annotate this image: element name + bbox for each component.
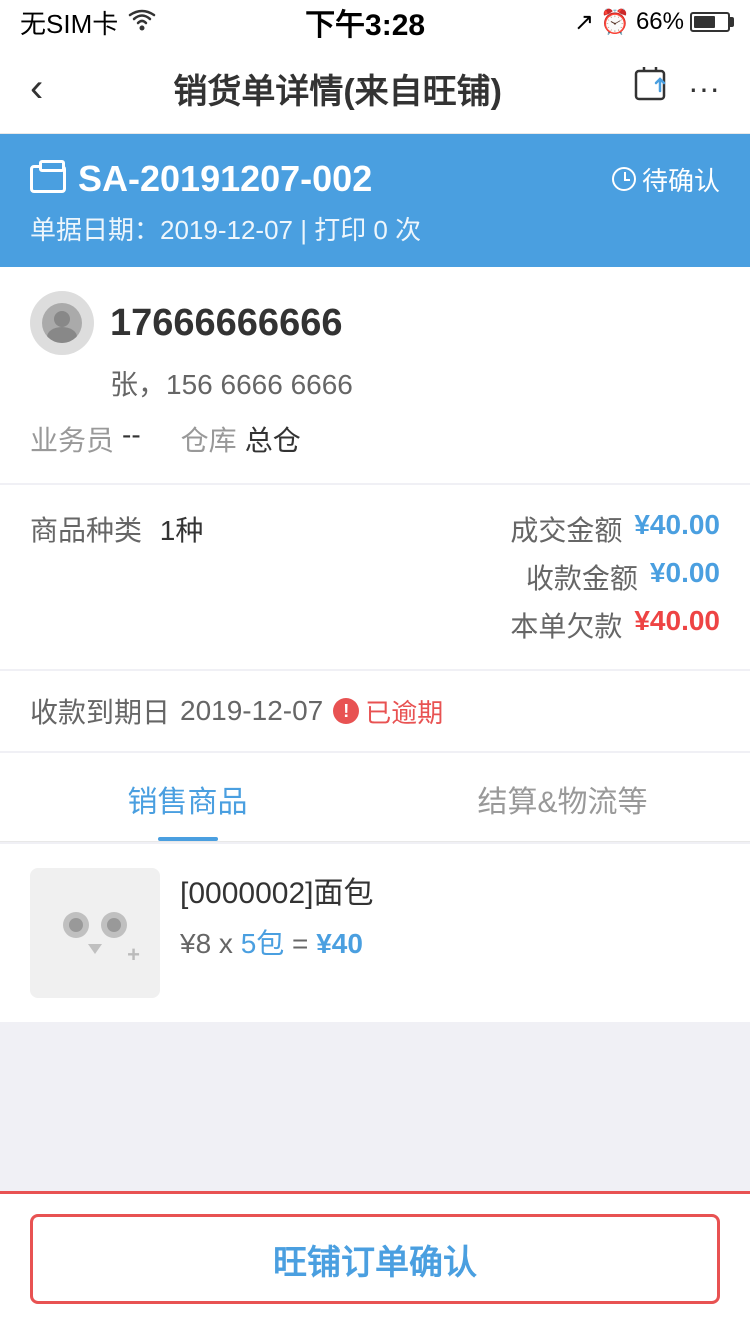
tab-settlement[interactable]: 结算&物流等 <box>375 753 750 841</box>
owl-eye-right <box>101 912 127 938</box>
due-date-value: 2019-12-07 <box>180 695 323 727</box>
sales-rep-value: -- <box>122 419 141 459</box>
product-types-item: 商品种类 1种 <box>30 509 203 549</box>
customer-name: 张，156 6666 6666 <box>30 363 720 403</box>
received-amount-label: 收款金额 <box>526 557 638 597</box>
received-amount-row: 收款金额 ¥0.00 <box>526 557 720 597</box>
product-types-label: 商品种类 <box>30 515 142 546</box>
due-date-label: 收款到期日 <box>30 691 170 731</box>
product-item: + [0000002]面包 ¥8 x 5包 = ¥40 <box>30 868 720 998</box>
avatar-icon <box>42 303 82 343</box>
deal-amount-value: ¥40.00 <box>634 509 720 549</box>
sales-rep-item: 业务员 -- <box>30 419 141 459</box>
order-header-card: SA-20191207-002 待确认 单据日期：2019-12-07 | 打印… <box>0 134 750 267</box>
status-bar: 无SIM卡 下午3:28 ↗ ⏰ 66% <box>0 0 750 44</box>
clock-icon <box>612 167 636 191</box>
product-thumbnail: + <box>30 868 160 998</box>
received-amount-value: ¥0.00 <box>650 557 720 597</box>
product-info: [0000002]面包 ¥8 x 5包 = ¥40 <box>180 868 720 962</box>
carrier-text: 无SIM卡 <box>20 4 118 41</box>
tabs-header: 销售商品 结算&物流等 <box>0 753 750 842</box>
warning-icon: ! <box>333 698 359 724</box>
nav-actions: ··· <box>632 67 720 111</box>
customer-phone: 17666666666 <box>110 302 342 345</box>
deal-amount-label: 成交金额 <box>510 509 622 549</box>
product-types-value: 1种 <box>160 515 204 546</box>
summary-right: 成交金额 ¥40.00 收款金额 ¥0.00 本单欠款 ¥40.00 <box>510 509 720 645</box>
owl-plus: + <box>127 942 140 968</box>
owl-beak <box>88 944 102 954</box>
warehouse-item: 仓库 总仓 <box>181 419 301 459</box>
product-logo: + <box>50 898 140 968</box>
order-number: SA-20191207-002 <box>30 158 372 200</box>
bottom-bar: 旺铺订单确认 <box>0 1191 750 1334</box>
summary-left: 商品种类 1种 <box>30 509 203 549</box>
page-title: 销货单详情(来自旺铺) <box>173 64 502 113</box>
location-icon: ↗ <box>574 8 594 37</box>
battery-icon <box>690 12 730 32</box>
customer-meta: 业务员 -- 仓库 总仓 <box>30 419 720 459</box>
avatar <box>30 291 94 355</box>
owed-amount-value: ¥40.00 <box>634 605 720 645</box>
owl-eyes <box>63 912 127 938</box>
export-icon[interactable] <box>632 67 668 111</box>
tabs-section: 销售商品 结算&物流等 <box>0 753 750 842</box>
owl-eye-left <box>63 912 89 938</box>
confirm-order-button[interactable]: 旺铺订单确认 <box>30 1214 720 1304</box>
more-icon[interactable]: ··· <box>688 70 720 107</box>
overdue-text: 已逾期 <box>365 693 443 730</box>
order-date: 单据日期：2019-12-07 | 打印 0 次 <box>30 210 720 247</box>
wifi-icon <box>128 7 156 38</box>
product-section: + [0000002]面包 ¥8 x 5包 = ¥40 <box>0 844 750 1022</box>
battery-text: 66% <box>636 8 684 36</box>
deal-amount-row: 成交金额 ¥40.00 <box>510 509 720 549</box>
warehouse-value: 总仓 <box>245 419 301 459</box>
order-icon <box>30 165 66 193</box>
sales-rep-label: 业务员 <box>30 419 114 459</box>
product-total: ¥40 <box>316 928 363 959</box>
status-right: ↗ ⏰ 66% <box>574 8 730 37</box>
back-button[interactable]: ‹ <box>30 66 43 111</box>
product-qty: 5包 <box>241 928 285 959</box>
equals-sign: = <box>284 928 316 959</box>
product-name: [0000002]面包 <box>180 868 720 912</box>
product-price: ¥8 x 5包 = ¥40 <box>180 922 720 962</box>
warehouse-label: 仓库 <box>181 419 237 459</box>
status-text: 待确认 <box>642 161 720 198</box>
nav-bar: ‹ 销货单详情(来自旺铺) ··· <box>0 44 750 134</box>
alarm-icon: ⏰ <box>600 8 630 37</box>
tab-sales-products[interactable]: 销售商品 <box>0 753 375 841</box>
summary-section: 商品种类 1种 成交金额 ¥40.00 收款金额 ¥0.00 本单欠款 ¥40.… <box>0 485 750 669</box>
owed-amount-row: 本单欠款 ¥40.00 <box>510 605 720 645</box>
customer-section: 17666666666 张，156 6666 6666 业务员 -- 仓库 总仓 <box>0 267 750 483</box>
status-left: 无SIM卡 <box>20 4 156 41</box>
customer-row: 17666666666 <box>30 291 720 355</box>
overdue-badge: ! 已逾期 <box>333 693 443 730</box>
due-date-section: 收款到期日 2019-12-07 ! 已逾期 <box>0 671 750 751</box>
price-formula: ¥8 x <box>180 928 241 959</box>
order-status-badge: 待确认 <box>612 161 720 198</box>
owed-amount-label: 本单欠款 <box>510 605 622 645</box>
status-time: 下午3:28 <box>305 0 425 44</box>
